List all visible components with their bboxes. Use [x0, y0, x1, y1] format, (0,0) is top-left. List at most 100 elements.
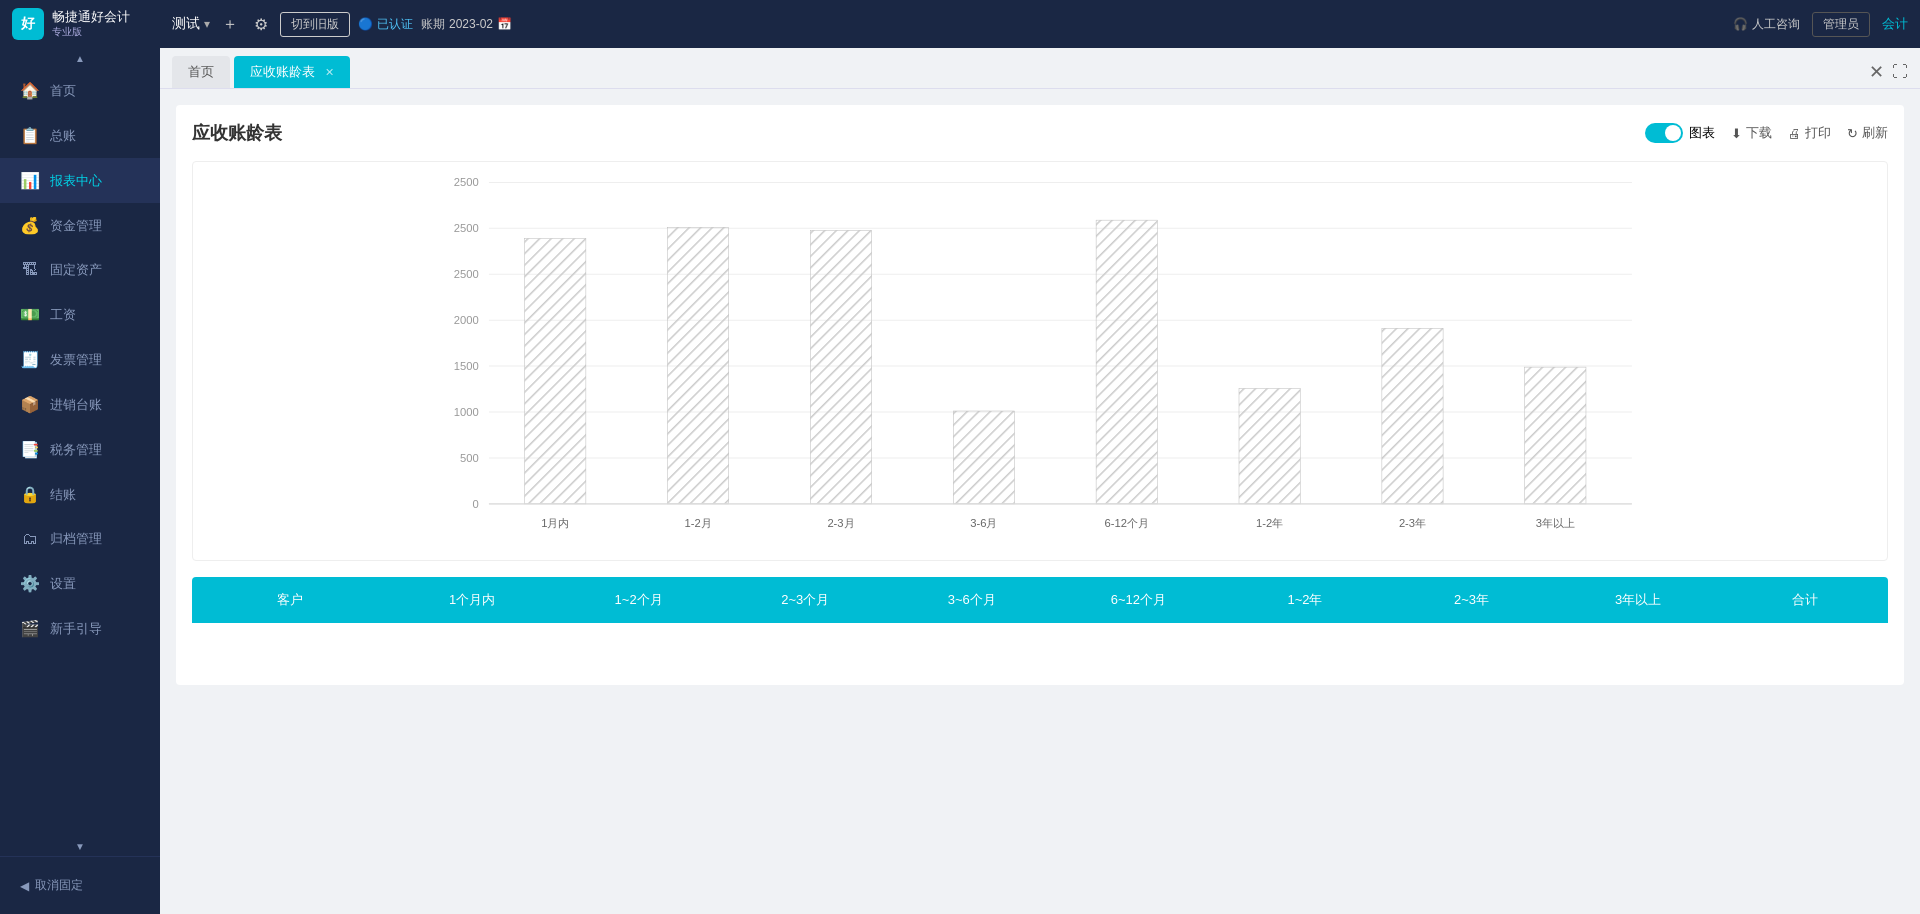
svg-text:3年以上: 3年以上 [1536, 517, 1575, 529]
sidebar-item-ledger-label: 总账 [50, 127, 76, 145]
report-header: 应收账龄表 图表 ⬇ 下载 🖨 [192, 121, 1888, 145]
download-label: 下载 [1746, 124, 1772, 142]
report-title: 应收账龄表 [192, 121, 282, 145]
col-1month: 1个月内 [389, 577, 556, 623]
period-selector[interactable]: 账期 2023-02 📅 [421, 16, 512, 33]
sidebar-item-tax-label: 税务管理 [50, 441, 102, 459]
sidebar-item-fund[interactable]: 💰 资金管理 [0, 203, 160, 248]
toggle-track[interactable] [1645, 123, 1683, 143]
download-button[interactable]: ⬇ 下载 [1731, 124, 1772, 142]
sidebar-item-salary[interactable]: 💵 工资 [0, 292, 160, 337]
sidebar-item-fund-label: 资金管理 [50, 217, 102, 235]
logo: 好 畅捷通好会计 专业版 [12, 8, 172, 40]
user-button[interactable]: 管理员 [1812, 12, 1870, 37]
bar-3年以上 [1525, 367, 1586, 504]
period-value: 2023-02 [449, 17, 493, 31]
sidebar-item-asset[interactable]: 🏗 固定资产 [0, 248, 160, 292]
calendar-icon: 📅 [497, 17, 512, 31]
col-1-2year: 1~2年 [1222, 577, 1389, 623]
close-panel-button[interactable]: ✕ [1869, 61, 1884, 83]
toggle-thumb [1665, 125, 1681, 141]
bar-2-3年 [1382, 328, 1443, 504]
topbar-center: 测试 ▾ ＋ ⚙ 切到旧版 🔵 已认证 账期 2023-02 📅 [172, 10, 1733, 39]
sidebar-item-home-label: 首页 [50, 82, 76, 100]
tab-home[interactable]: 首页 [172, 56, 230, 88]
sidebar-item-close[interactable]: 🔒 结账 [0, 472, 160, 517]
invoice-icon: 🧾 [20, 350, 40, 369]
consult-label: 人工咨询 [1752, 16, 1800, 33]
asset-icon: 🏗 [20, 261, 40, 279]
tab-aging-label: 应收账龄表 [250, 64, 315, 79]
expand-button[interactable]: ⛶ [1892, 63, 1908, 81]
consult-button[interactable]: 🎧 人工咨询 [1733, 16, 1800, 33]
tab-close-icon[interactable]: ✕ [325, 66, 334, 78]
logo-text-block: 畅捷通好会计 专业版 [52, 9, 130, 40]
chart-toggle[interactable]: 图表 [1645, 123, 1715, 143]
chart-area: 2500 2500 2500 2000 1500 1000 500 0 [192, 161, 1888, 561]
company-selector[interactable]: 测试 ▾ [172, 15, 210, 33]
settings-nav-icon: ⚙️ [20, 574, 40, 593]
tab-bar-right: ✕ ⛶ [1869, 61, 1908, 83]
tab-aging[interactable]: 应收账龄表 ✕ [234, 56, 350, 88]
switch-version-button[interactable]: 切到旧版 [280, 12, 350, 37]
sidebar-item-ledger[interactable]: 📋 总账 [0, 113, 160, 158]
content-area: 首页 应收账龄表 ✕ ✕ ⛶ 应收账龄表 [160, 48, 1920, 914]
sidebar-item-trade[interactable]: 📦 进销台账 [0, 382, 160, 427]
print-button[interactable]: 🖨 打印 [1788, 124, 1831, 142]
archive-icon: 🗂 [20, 530, 40, 548]
sidebar-item-invoice-label: 发票管理 [50, 351, 102, 369]
page-content: 应收账龄表 图表 ⬇ 下载 🖨 [160, 89, 1920, 914]
report-actions: 图表 ⬇ 下载 🖨 打印 ↻ 刷新 [1645, 123, 1888, 143]
tab-home-label: 首页 [188, 64, 214, 79]
guide-icon: 🎬 [20, 619, 40, 638]
report-icon: 📊 [20, 171, 40, 190]
cert-icon: 🔵 [358, 17, 373, 31]
sidebar-item-settings-label: 设置 [50, 575, 76, 593]
cert-text: 已认证 [377, 16, 413, 33]
bar-6-12月 [1096, 220, 1157, 504]
refresh-icon: ↻ [1847, 126, 1858, 141]
sidebar-item-invoice[interactable]: 🧾 发票管理 [0, 337, 160, 382]
company-name: 测试 [172, 15, 200, 33]
role-button[interactable]: 会计 [1882, 15, 1908, 33]
salary-icon: 💵 [20, 305, 40, 324]
sidebar-item-report[interactable]: 📊 报表中心 [0, 158, 160, 203]
sidebar-item-settings[interactable]: ⚙️ 设置 [0, 561, 160, 606]
sidebar-item-guide[interactable]: 🎬 新手引导 [0, 606, 160, 651]
cert-badge: 🔵 已认证 [358, 16, 413, 33]
topbar-right: 🎧 人工咨询 管理员 会计 [1733, 12, 1908, 37]
sidebar-item-home[interactable]: 🏠 首页 [0, 68, 160, 113]
col-customer: 客户 [192, 577, 389, 623]
sidebar-item-archive-label: 归档管理 [50, 530, 102, 548]
sidebar-scroll-down[interactable]: ▼ [0, 836, 160, 856]
settings-button[interactable]: ⚙ [250, 11, 272, 38]
col-2-3year: 2~3年 [1388, 577, 1555, 623]
sidebar-scroll-up[interactable]: ▲ [0, 48, 160, 68]
logo-edition: 专业版 [52, 25, 130, 39]
svg-text:2500: 2500 [454, 176, 479, 188]
svg-text:500: 500 [460, 452, 479, 464]
bar-chart: 2500 2500 2500 2000 1500 1000 500 0 [193, 162, 1887, 560]
unpin-button[interactable]: ◀ 取消固定 [0, 867, 160, 904]
svg-text:1-2月: 1-2月 [685, 517, 712, 529]
topbar: 好 畅捷通好会计 专业版 测试 ▾ ＋ ⚙ 切到旧版 🔵 已认证 账期 2023… [0, 0, 1920, 48]
col-over3year: 3年以上 [1555, 577, 1722, 623]
close-accounts-icon: 🔒 [20, 485, 40, 504]
period-label: 账期 [421, 16, 445, 33]
col-total: 合计 [1721, 577, 1888, 623]
refresh-button[interactable]: ↻ 刷新 [1847, 124, 1888, 142]
svg-text:0: 0 [472, 498, 478, 510]
tab-bar: 首页 应收账龄表 ✕ ✕ ⛶ [160, 48, 1920, 89]
download-icon: ⬇ [1731, 126, 1742, 141]
sidebar-item-archive[interactable]: 🗂 归档管理 [0, 517, 160, 561]
sidebar-item-guide-label: 新手引导 [50, 620, 102, 638]
sidebar: ▲ 🏠 首页 📋 总账 📊 报表中心 💰 资金管理 🏗 固定资产 [0, 48, 160, 914]
svg-text:2-3年: 2-3年 [1399, 517, 1426, 529]
svg-text:1月内: 1月内 [541, 517, 569, 529]
sidebar-item-tax[interactable]: 📑 税务管理 [0, 427, 160, 472]
home-icon: 🏠 [20, 81, 40, 100]
tax-icon: 📑 [20, 440, 40, 459]
add-button[interactable]: ＋ [218, 10, 242, 39]
headset-icon: 🎧 [1733, 17, 1748, 31]
trade-icon: 📦 [20, 395, 40, 414]
